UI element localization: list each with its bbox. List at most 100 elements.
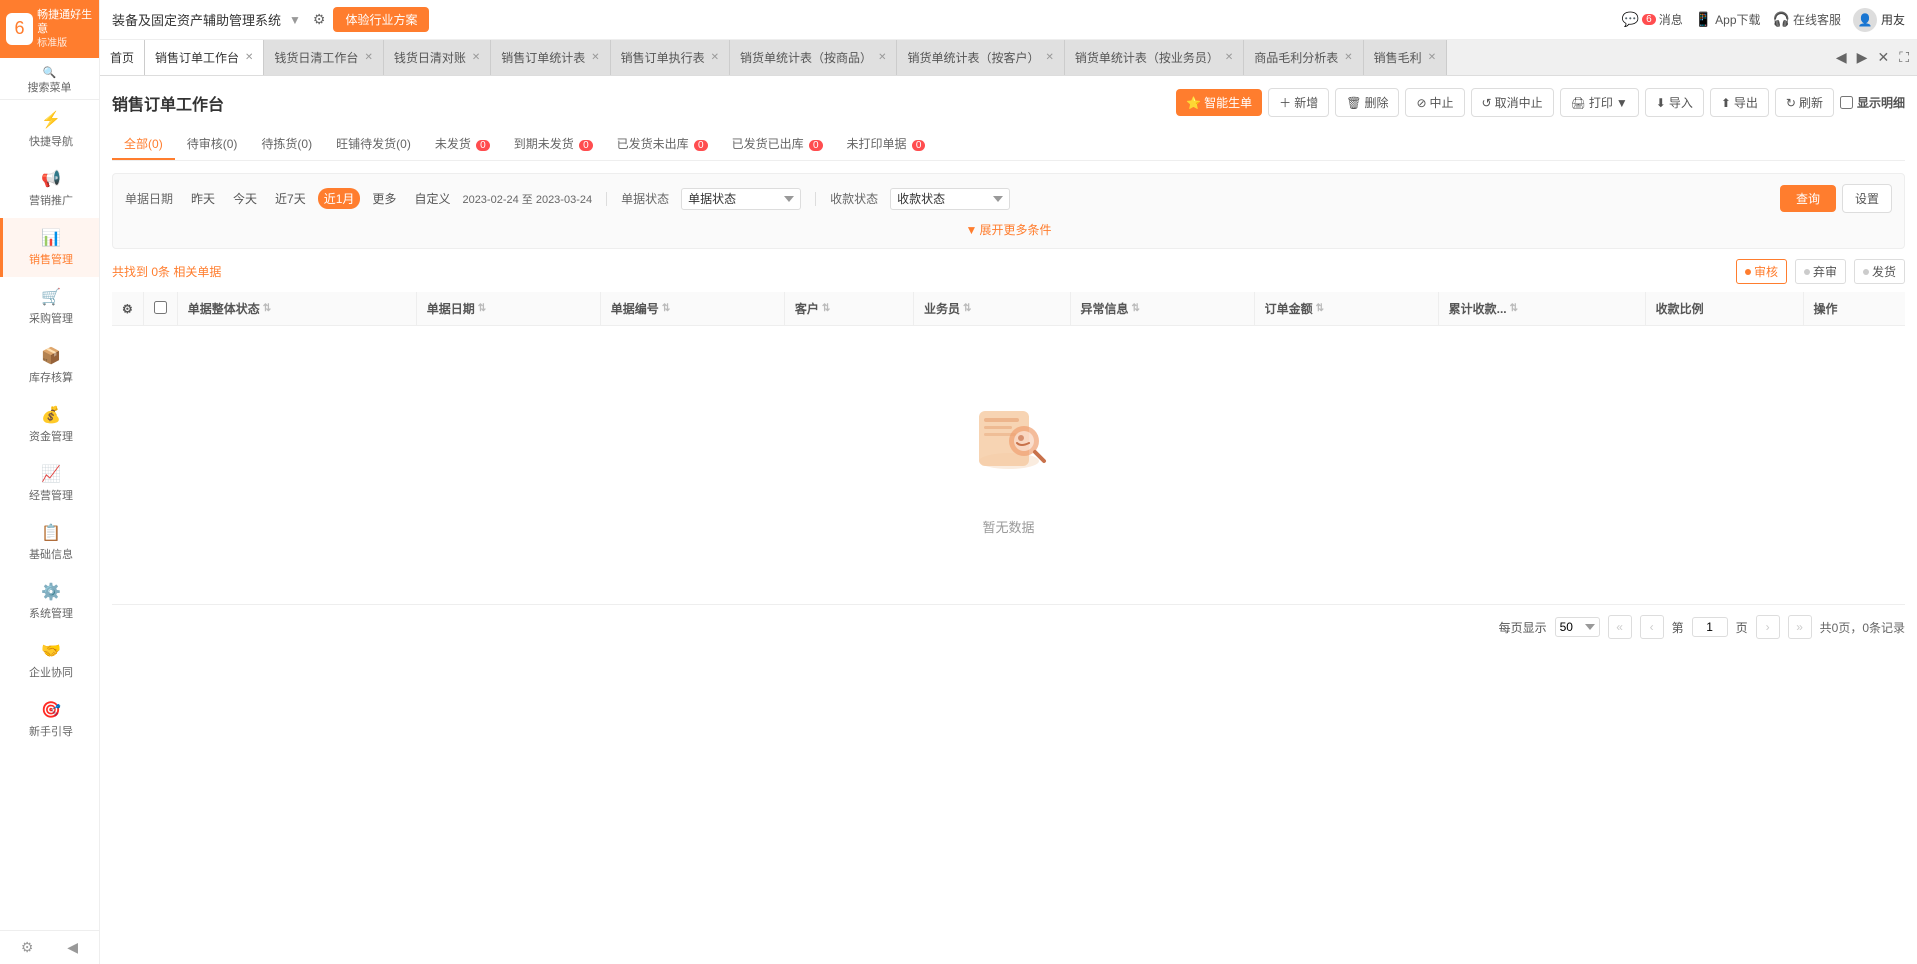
sub-tab-not-shipped[interactable]: 未发货 0	[423, 129, 502, 160]
sub-tab-pending-inspection[interactable]: 待拣货(0)	[249, 129, 324, 160]
tab-close-sales-gross[interactable]: ✕	[1428, 52, 1436, 63]
sort-customer[interactable]: 客户 ⇅	[795, 300, 903, 317]
tab-cargo-product[interactable]: 销货单统计表（按商品） ✕	[730, 40, 897, 76]
query-button[interactable]: 查询	[1780, 185, 1836, 212]
import-button[interactable]: ⬇ 导入	[1645, 88, 1704, 117]
cancel-review-button[interactable]: 弃审	[1795, 259, 1846, 284]
sidebar-item-basic-info[interactable]: 📋 基础信息	[0, 513, 99, 572]
message-btn[interactable]: 💬 6 消息	[1622, 11, 1683, 28]
sidebar-item-sales[interactable]: 📊 销售管理	[0, 218, 99, 277]
select-all-checkbox[interactable]	[154, 301, 167, 314]
prev-page-btn[interactable]: ‹	[1640, 615, 1664, 639]
app-download-btn[interactable]: 📱 App下载	[1695, 11, 1761, 28]
status-select[interactable]: 单据状态	[681, 188, 801, 210]
content-area: 销售订单工作台 ⭐ 智能生单 ＋ 新增 🗑 删除 ⊘ 中止	[100, 76, 1917, 964]
expand-filters-btn[interactable]: ▼ 展开更多条件	[966, 221, 1052, 238]
date-yesterday[interactable]: 昨天	[185, 188, 221, 209]
th-settings[interactable]: ⚙	[112, 292, 143, 326]
sub-tab-all[interactable]: 全部(0)	[112, 129, 175, 160]
next-page-btn[interactable]: ›	[1756, 615, 1780, 639]
date-today[interactable]: 今天	[227, 188, 263, 209]
tab-close-cargo-staff[interactable]: ✕	[1225, 52, 1233, 63]
online-service-btn[interactable]: 🎧 在线客服	[1773, 11, 1841, 28]
date-more[interactable]: 更多	[366, 188, 402, 209]
th-checkbox[interactable]	[143, 292, 177, 326]
sidebar-item-system[interactable]: ⚙️ 系统管理	[0, 572, 99, 631]
sort-overall-status[interactable]: 单据整体状态 ⇅	[188, 300, 406, 317]
sidebar-item-enterprise[interactable]: 🤝 企业协同	[0, 631, 99, 690]
smart-create-button[interactable]: ⭐ 智能生单	[1176, 89, 1262, 116]
sort-collected[interactable]: 累计收款... ⇅	[1449, 300, 1635, 317]
tab-close-sales-exec[interactable]: ✕	[711, 52, 719, 63]
sidebar-item-marketing[interactable]: 📢 营销推广	[0, 159, 99, 218]
sidebar-collapse-btn[interactable]: ◀	[67, 939, 78, 956]
tab-close-sales-stats[interactable]: ✕	[591, 52, 599, 63]
tab-scroll-right[interactable]: ▶	[1853, 47, 1872, 68]
settings-icon[interactable]: ⚙	[313, 11, 326, 28]
sidebar-item-purchase[interactable]: 🛒 采购管理	[0, 277, 99, 336]
ship-button[interactable]: 发货	[1854, 259, 1905, 284]
tab-close-cash-account[interactable]: ✕	[472, 52, 480, 63]
tab-scroll-left[interactable]: ◀	[1832, 47, 1851, 68]
sidebar-item-finance[interactable]: 💰 资金管理	[0, 395, 99, 454]
tab-sales-stats[interactable]: 销售订单统计表 ✕	[491, 40, 610, 76]
tab-close-all[interactable]: ✕	[1873, 47, 1893, 68]
tab-home[interactable]: 首页	[100, 40, 145, 76]
refresh-button[interactable]: ↻ 刷新	[1775, 88, 1834, 117]
tab-cash-account[interactable]: 钱货日清对账 ✕	[384, 40, 491, 76]
sidebar-item-operations[interactable]: 📈 经营管理	[0, 454, 99, 513]
tab-cargo-customer[interactable]: 销货单统计表（按客户） ✕	[897, 40, 1064, 76]
sub-tab-pending-review[interactable]: 待审核(0)	[175, 129, 250, 160]
basic-info-icon: 📋	[41, 523, 61, 543]
sub-tab-not-printed[interactable]: 未打印单据 0	[835, 129, 938, 160]
review-button[interactable]: 审核	[1736, 259, 1787, 284]
sidebar-item-quick-nav[interactable]: ⚡ 快捷导航	[0, 100, 99, 159]
sidebar-settings-btn[interactable]: ⚙	[21, 939, 34, 956]
tab-sales-workbench[interactable]: 销售订单工作台 ✕	[145, 40, 264, 76]
payment-select[interactable]: 收款状态	[890, 188, 1010, 210]
sort-staff[interactable]: 业务员 ⇅	[924, 300, 1060, 317]
sort-number[interactable]: 单据编号 ⇅	[611, 300, 774, 317]
search-icon: 🔍	[43, 66, 57, 79]
tab-sales-exec[interactable]: 销售订单执行表 ✕	[611, 40, 730, 76]
sort-amount[interactable]: 订单金额 ⇅	[1265, 300, 1428, 317]
export-button[interactable]: ⬆ 导出	[1710, 88, 1769, 117]
sidebar-item-search[interactable]: 🔍 搜索菜单	[0, 58, 99, 100]
sub-tab-wangpu[interactable]: 旺铺待发货(0)	[324, 129, 423, 160]
filter-settings-button[interactable]: 设置	[1842, 184, 1892, 213]
tab-expand[interactable]: ⛶	[1895, 47, 1913, 68]
user-menu[interactable]: 👤 用友	[1853, 8, 1905, 32]
new-button[interactable]: ＋ 新增	[1268, 88, 1329, 117]
date-7days[interactable]: 近7天	[269, 188, 312, 209]
cancel-stop-button[interactable]: ↺ 取消中止	[1471, 88, 1554, 117]
tab-close-product-margin[interactable]: ✕	[1344, 52, 1352, 63]
sub-tab-shipped-not-out[interactable]: 已发货未出库 0	[605, 129, 720, 160]
sort-anomaly[interactable]: 异常信息 ⇅	[1081, 300, 1244, 317]
sub-tab-shipped-out[interactable]: 已发货已出库 0	[720, 129, 835, 160]
tab-close-cash-daily[interactable]: ✕	[364, 52, 372, 63]
first-page-btn[interactable]: «	[1608, 615, 1632, 639]
sort-date[interactable]: 单据日期 ⇅	[427, 300, 590, 317]
print-button[interactable]: 🖨 打印 ▼	[1560, 88, 1639, 117]
expand-icon[interactable]: ▼	[289, 13, 301, 27]
tab-close-cargo-product[interactable]: ✕	[878, 52, 886, 63]
tab-cargo-staff[interactable]: 销货单统计表（按业务员） ✕	[1065, 40, 1244, 76]
date-custom[interactable]: 自定义	[408, 188, 456, 209]
delete-button[interactable]: 🗑 删除	[1335, 88, 1399, 117]
solution-button[interactable]: 体验行业方案	[333, 7, 429, 32]
page-size-select[interactable]: 50 10 20 100	[1555, 617, 1600, 637]
page-number-input[interactable]	[1692, 617, 1728, 637]
stop-button[interactable]: ⊘ 中止	[1405, 88, 1464, 117]
tab-close-cargo-customer[interactable]: ✕	[1045, 52, 1053, 63]
show-detail-checkbox[interactable]	[1840, 96, 1853, 109]
sub-tab-overdue[interactable]: 到期未发货 0	[502, 129, 605, 160]
tab-cash-daily[interactable]: 钱货日清工作台 ✕	[264, 40, 383, 76]
sidebar-item-guide[interactable]: 🎯 新手引导	[0, 690, 99, 749]
tab-product-margin[interactable]: 商品毛利分析表 ✕	[1244, 40, 1363, 76]
date-1month[interactable]: 近1月	[318, 188, 361, 209]
tab-close-sales-workbench[interactable]: ✕	[245, 52, 253, 63]
last-page-btn[interactable]: »	[1788, 615, 1812, 639]
tab-sales-gross[interactable]: 销售毛利 ✕	[1364, 40, 1447, 76]
show-detail-label[interactable]: 显示明细	[1840, 94, 1905, 111]
sidebar-item-inventory[interactable]: 📦 库存核算	[0, 336, 99, 395]
